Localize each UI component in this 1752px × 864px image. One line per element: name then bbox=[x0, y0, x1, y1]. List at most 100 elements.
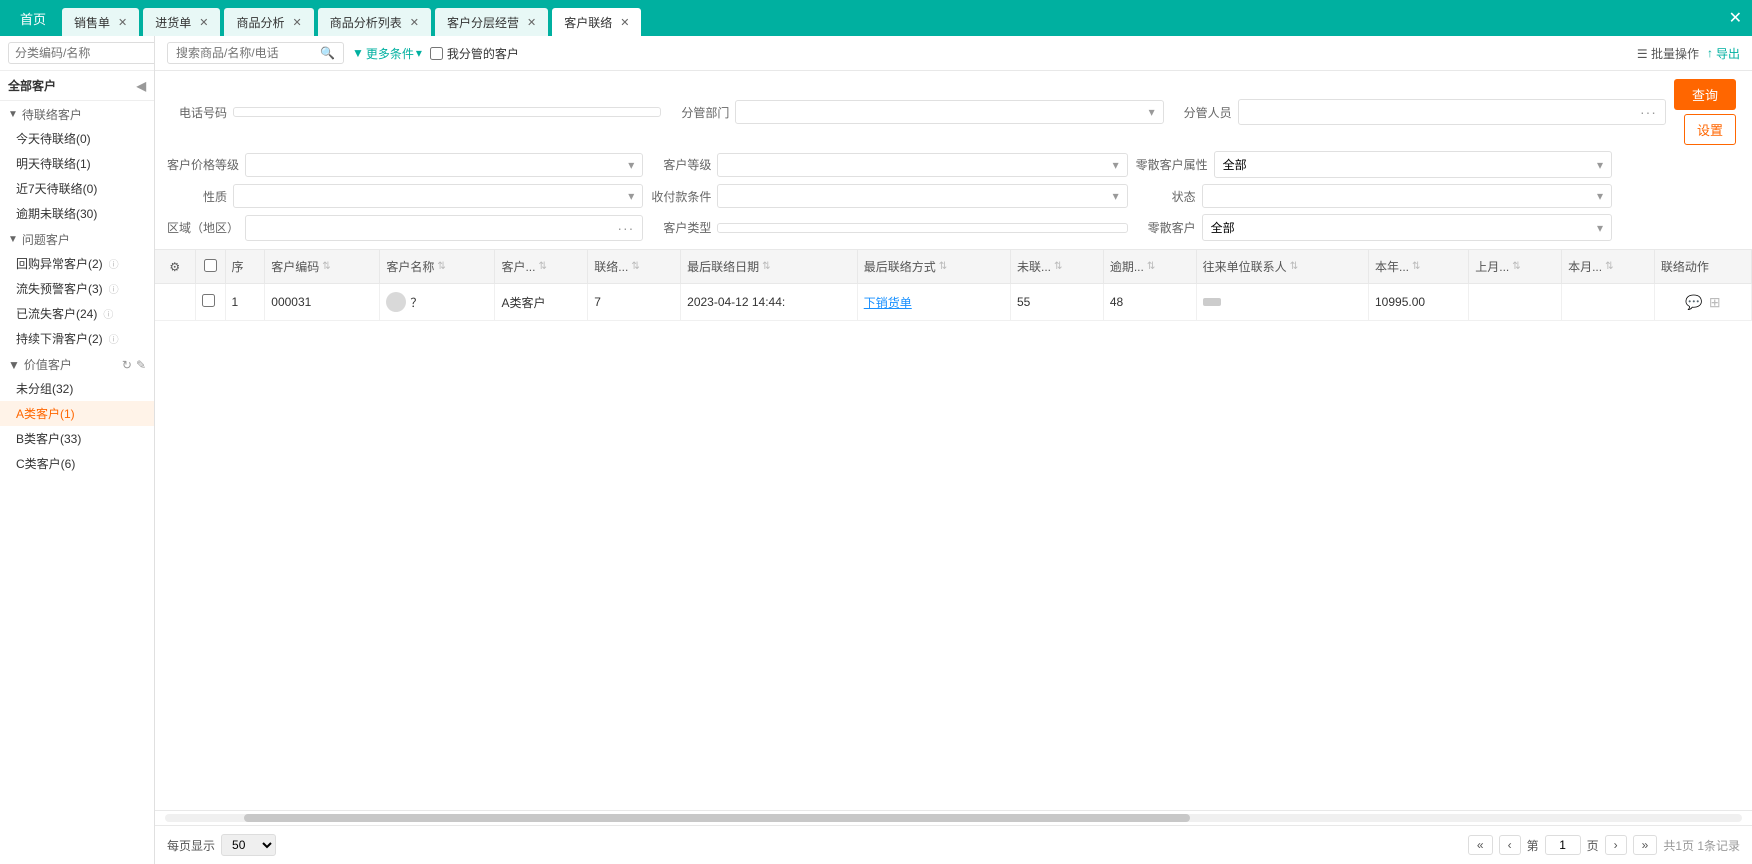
th-last-method[interactable]: 最后联络方式⇅ bbox=[857, 250, 1010, 284]
th-no-contact[interactable]: 未联...⇅ bbox=[1010, 250, 1103, 284]
filter-row-4: 区域（地区） ··· 客户类型 零散客户 全部▾ bbox=[167, 214, 1740, 241]
pagination: 每页显示 50 20 100 « ‹ 第 页 › » 共1页 1条记录 bbox=[155, 825, 1752, 864]
scrollbar-track bbox=[165, 814, 1742, 822]
chat-action-icon[interactable]: 💬 bbox=[1685, 294, 1702, 311]
td-this-month bbox=[1562, 284, 1655, 321]
page-unit: 页 bbox=[1587, 837, 1599, 854]
dept-input[interactable]: ▾ bbox=[735, 100, 1163, 124]
nav-tab-close-4[interactable]: ✕ bbox=[525, 16, 538, 29]
nav-tab-close-3[interactable]: ✕ bbox=[408, 16, 421, 29]
filter-more-btn[interactable]: ▼ 更多条件 ▾ bbox=[352, 45, 422, 62]
close-all-icon[interactable]: ✕ bbox=[1729, 8, 1742, 28]
status-label: 状态 bbox=[1136, 188, 1196, 205]
select-all-checkbox[interactable] bbox=[204, 259, 217, 272]
last-page-btn[interactable]: » bbox=[1633, 835, 1658, 855]
sidebar-item-decline[interactable]: 持续下滑客户(2) ⓘ bbox=[0, 326, 154, 351]
sidebar-item-churn-warn[interactable]: 流失预警客户(3) ⓘ bbox=[0, 276, 154, 301]
sidebar-item-churned[interactable]: 已流失客户(24) ⓘ bbox=[0, 301, 154, 326]
customer-avatar bbox=[386, 292, 406, 312]
sidebar-item-rebuy[interactable]: 回购异常客户(2) ⓘ bbox=[0, 251, 154, 276]
nature-input[interactable]: ▾ bbox=[233, 184, 643, 208]
nav-tab-4[interactable]: 客户分层经营 ✕ bbox=[435, 8, 548, 36]
td-last-method[interactable]: 下销货单 bbox=[857, 284, 1010, 321]
nav-tab-close-2[interactable]: ✕ bbox=[291, 16, 304, 29]
sidebar-item-ungroup[interactable]: 未分组(32) bbox=[0, 376, 154, 401]
batch-ops-btn[interactable]: ☰ 批量操作 bbox=[1637, 45, 1699, 62]
sidebar-item-b-class-label: B类客户(33) bbox=[16, 430, 81, 447]
retail-attr-input[interactable]: 全部▾ bbox=[1214, 151, 1612, 178]
nav-tab-close-0[interactable]: ✕ bbox=[116, 16, 129, 29]
th-last-date[interactable]: 最后联络日期⇅ bbox=[681, 250, 858, 284]
qr-action-icon[interactable]: ⊞ bbox=[1709, 294, 1721, 311]
phone-input[interactable] bbox=[233, 107, 661, 117]
th-last-month[interactable]: 上月...⇅ bbox=[1469, 250, 1562, 284]
cust-type-input[interactable] bbox=[717, 223, 1127, 233]
th-this-year[interactable]: 本年...⇅ bbox=[1369, 250, 1469, 284]
price-level-input[interactable]: ▾ bbox=[245, 153, 643, 177]
sidebar-item-tomorrow[interactable]: 明天待联络(1) bbox=[0, 151, 154, 176]
nav-tab-0[interactable]: 销售单 ✕ bbox=[62, 8, 139, 36]
th-level[interactable]: 客户...⇅ bbox=[495, 250, 588, 284]
sidebar-item-overdue[interactable]: 逾期未联络(30) bbox=[0, 201, 154, 226]
export-btn[interactable]: ↑ 导出 bbox=[1707, 45, 1740, 62]
th-unit-contact[interactable]: 往来单位联系人⇅ bbox=[1196, 250, 1368, 284]
query-button[interactable]: 查询 bbox=[1674, 79, 1736, 110]
dept-label: 分管部门 bbox=[669, 104, 729, 121]
row-checkbox[interactable] bbox=[202, 294, 215, 307]
sidebar-item-c-class[interactable]: C类客户(6) bbox=[0, 451, 154, 476]
value-refresh-icon[interactable]: ↻ bbox=[122, 358, 132, 372]
th-gear[interactable]: ⚙ bbox=[155, 250, 195, 284]
nav-tab-1[interactable]: 进货单 ✕ bbox=[143, 8, 220, 36]
my-customers-check-input[interactable] bbox=[430, 47, 443, 60]
person-input[interactable]: ··· bbox=[1238, 99, 1666, 125]
scrollbar-thumb[interactable] bbox=[244, 814, 1190, 822]
first-page-btn[interactable]: « bbox=[1468, 835, 1493, 855]
per-page-select[interactable]: 50 20 100 bbox=[221, 834, 276, 856]
filter-search-input[interactable] bbox=[176, 46, 316, 60]
price-level-label: 客户价格等级 bbox=[167, 156, 239, 173]
status-input[interactable]: ▾ bbox=[1202, 184, 1612, 208]
retail-2-input[interactable]: 全部▾ bbox=[1202, 214, 1612, 241]
sidebar-item-b-class[interactable]: B类客户(33) bbox=[0, 426, 154, 451]
region-input[interactable]: ··· bbox=[245, 215, 643, 241]
th-code[interactable]: 客户编码⇅ bbox=[265, 250, 380, 284]
filter-cust-type: 客户类型 bbox=[651, 219, 1127, 236]
nav-tab-3[interactable]: 商品分析列表 ✕ bbox=[318, 8, 431, 36]
td-row-menu bbox=[155, 284, 195, 321]
filter-search-icon[interactable]: 🔍 bbox=[320, 46, 335, 60]
my-customers-checkbox[interactable]: 我分管的客户 bbox=[430, 45, 519, 62]
th-name[interactable]: 客户名称⇅ bbox=[380, 250, 495, 284]
sidebar-item-decline-label: 持续下滑客户(2) bbox=[16, 330, 103, 347]
sidebar-item-a-class[interactable]: A类客户(1) bbox=[0, 401, 154, 426]
th-contact[interactable]: 联络...⇅ bbox=[588, 250, 681, 284]
sidebar-item-7days[interactable]: 近7天待联络(0) bbox=[0, 176, 154, 201]
nav-tab-close-5[interactable]: ✕ bbox=[618, 16, 631, 29]
top-nav: 首页 销售单 ✕ 进货单 ✕ 商品分析 ✕ 商品分析列表 ✕ 客户分层经营 ✕ … bbox=[0, 0, 1752, 36]
nav-home[interactable]: 首页 bbox=[8, 9, 58, 28]
td-last-date: 2023-04-12 14:44: bbox=[681, 284, 858, 321]
td-contact: 7 bbox=[588, 284, 681, 321]
sidebar-collapse-icon[interactable]: ◀ bbox=[137, 79, 146, 93]
th-overdue[interactable]: 逾期...⇅ bbox=[1103, 250, 1196, 284]
filter-retail-2: 零散客户 全部▾ bbox=[1136, 214, 1612, 241]
prev-page-btn[interactable]: ‹ bbox=[1499, 835, 1521, 855]
per-page-label: 每页显示 bbox=[167, 837, 215, 854]
sidebar-item-today[interactable]: 今天待联络(0) bbox=[0, 126, 154, 151]
pending-section-title[interactable]: ▼ 待联络客户 bbox=[0, 101, 154, 126]
page-number-input[interactable] bbox=[1545, 835, 1581, 855]
next-page-btn[interactable]: › bbox=[1605, 835, 1627, 855]
nav-tab-close-1[interactable]: ✕ bbox=[197, 16, 210, 29]
value-edit-icon[interactable]: ✎ bbox=[136, 358, 146, 372]
table-wrapper: ⚙ 序 客户编码⇅ 客户名称⇅ 客户...⇅ 联络...⇅ 最后联络日期⇅ 最后… bbox=[155, 250, 1752, 810]
table-scroll[interactable]: ⚙ 序 客户编码⇅ 客户名称⇅ 客户...⇅ 联络...⇅ 最后联络日期⇅ 最后… bbox=[155, 250, 1752, 810]
sidebar-search-input[interactable] bbox=[8, 42, 155, 64]
problem-section-title[interactable]: ▼ 问题客户 bbox=[0, 226, 154, 251]
total-info: 共1页 1条记录 bbox=[1663, 837, 1740, 854]
nav-tab-5[interactable]: 客户联络 ✕ bbox=[552, 8, 641, 36]
th-this-month[interactable]: 本月...⇅ bbox=[1562, 250, 1655, 284]
td-no-contact: 55 bbox=[1010, 284, 1103, 321]
nav-tab-2[interactable]: 商品分析 ✕ bbox=[224, 8, 313, 36]
cust-level-input[interactable]: ▾ bbox=[717, 153, 1127, 177]
setting-button[interactable]: 设置 bbox=[1684, 114, 1736, 145]
pay-input[interactable]: ▾ bbox=[717, 184, 1127, 208]
